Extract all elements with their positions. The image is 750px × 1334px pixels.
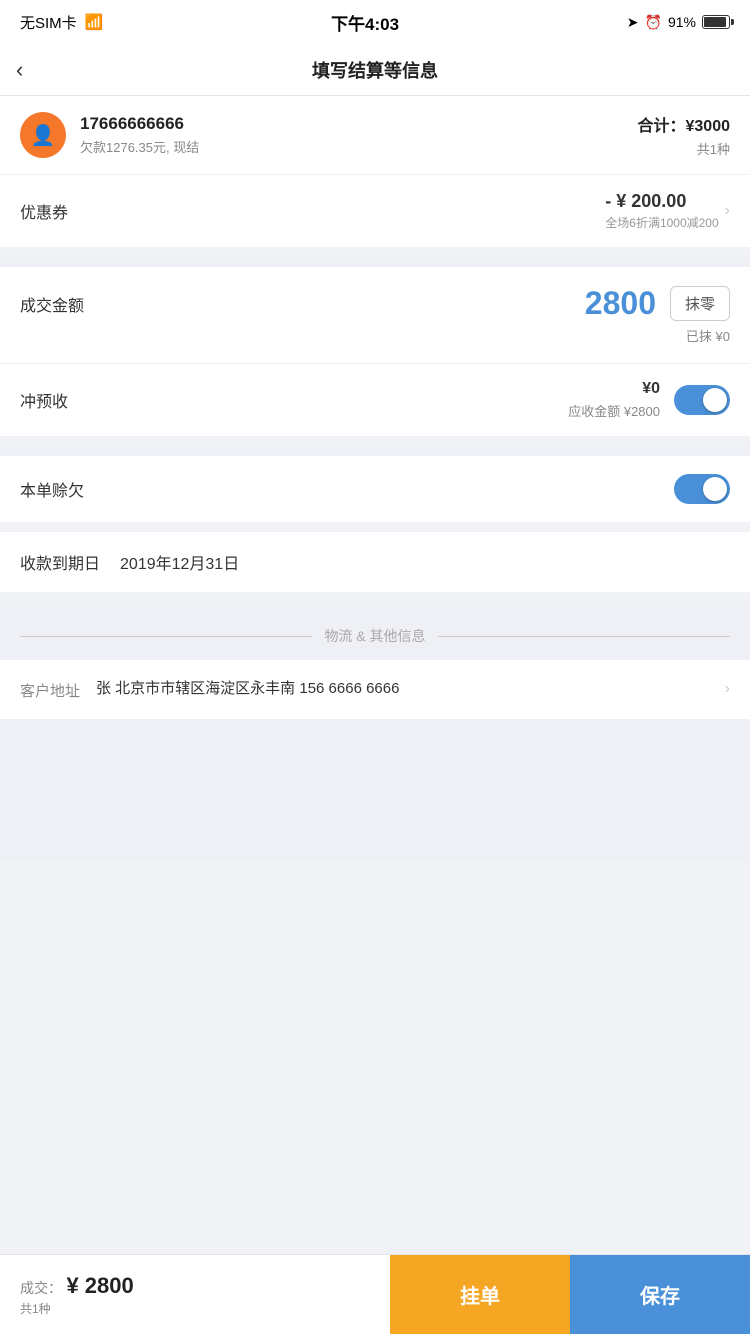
bottom-summary: 成交： ¥ 2800 共1种 [0, 1273, 390, 1317]
coupon-detail: 全场6折满1000减200 [605, 214, 718, 231]
debt-toggle[interactable] [674, 474, 730, 504]
hang-button[interactable]: 挂单 [390, 1255, 570, 1334]
gray-filler [0, 719, 750, 859]
debt-row: 本单赊欠 [0, 456, 750, 522]
logistics-section-header: 物流 & 其他信息 [0, 612, 750, 660]
amount-row: 成交金额 2800 抹零 [20, 285, 730, 322]
logistics-label: 物流 & 其他信息 [324, 626, 425, 646]
erase-button[interactable]: 抹零 [670, 286, 730, 321]
debt-label: 本单赊欠 [20, 477, 84, 501]
wifi-icon: 📶 [85, 13, 104, 31]
save-button[interactable]: 保存 [570, 1255, 750, 1334]
customer-card: 👤 17666666666 欠款1276.35元, 现结 合计：¥3000 共1… [0, 96, 750, 247]
battery-icon [702, 15, 730, 29]
status-right: ➤ ⏰ 91% [627, 14, 730, 31]
prepayment-toggle[interactable] [674, 385, 730, 415]
avatar: 👤 [20, 112, 66, 158]
section-separator-1 [0, 257, 750, 267]
prepayment-receivable: 应收金额 ¥2800 [568, 401, 660, 420]
nav-bar: ‹ 填写结算等信息 [0, 44, 750, 96]
total-kinds: 共1种 [638, 139, 731, 158]
address-row[interactable]: 客户地址 张 北京市市辖区海淀区永丰南 156 6666 6666 › [0, 660, 750, 719]
customer-debt: 欠款1276.35元, 现结 [80, 137, 199, 156]
due-date-row: 收款到期日 2019年12月31日 [0, 532, 750, 592]
amount-value: 2800 [585, 285, 656, 322]
page-title: 填写结算等信息 [312, 57, 438, 83]
section-separator-2 [0, 446, 750, 456]
due-date-label: 收款到期日 [20, 550, 100, 574]
section-line-left [20, 636, 312, 637]
address-label: 客户地址 [20, 680, 80, 701]
coupon-chevron-icon: › [725, 202, 730, 220]
prepayment-amount: ¥0 [568, 380, 660, 398]
total-amount: 合计：¥3000 [638, 112, 731, 136]
alarm-icon: ⏰ [645, 14, 662, 31]
prepayment-label: 冲预收 [20, 388, 68, 412]
due-date-value: 2019年12月31日 [120, 550, 239, 574]
address-chevron-icon: › [725, 680, 730, 698]
bottom-summary-amount: ¥ 2800 [66, 1273, 133, 1298]
coupon-label: 优惠券 [20, 199, 68, 223]
no-sim-label: 无SIM卡 [20, 12, 77, 33]
amount-label: 成交金额 [20, 292, 84, 316]
coupon-row[interactable]: 优惠券 - ¥ 200.00 全场6折满1000减200 › [0, 175, 750, 247]
prepayment-row: 冲预收 ¥0 应收金额 ¥2800 [0, 363, 750, 436]
customer-row[interactable]: 👤 17666666666 欠款1276.35元, 现结 合计：¥3000 共1… [0, 96, 750, 175]
bottom-bar: 成交： ¥ 2800 共1种 挂单 保存 [0, 1254, 750, 1334]
avatar-icon: 👤 [31, 123, 56, 148]
bottom-summary-kinds: 共1种 [20, 1300, 370, 1317]
status-time: 下午4:03 [331, 10, 399, 35]
back-button[interactable]: ‹ [16, 57, 23, 83]
amount-sub: 已抹 ¥0 [20, 326, 730, 345]
section-line-right [438, 636, 730, 637]
bottom-summary-prefix: 成交： [20, 1280, 62, 1296]
address-value: 张 北京市市辖区海淀区永丰南 156 6666 6666 [96, 678, 717, 701]
amount-section: 成交金额 2800 抹零 已抹 ¥0 [0, 267, 750, 363]
coupon-discount: - ¥ 200.00 [605, 191, 718, 212]
content-area: 👤 17666666666 欠款1276.35元, 现结 合计：¥3000 共1… [0, 96, 750, 939]
status-bar: 无SIM卡 📶 下午4:03 ➤ ⏰ 91% [0, 0, 750, 44]
location-icon: ➤ [627, 14, 639, 31]
section-separator-3 [0, 602, 750, 612]
battery-percent: 91% [668, 14, 696, 30]
status-left: 无SIM卡 📶 [20, 12, 103, 33]
customer-phone: 17666666666 [80, 114, 199, 134]
